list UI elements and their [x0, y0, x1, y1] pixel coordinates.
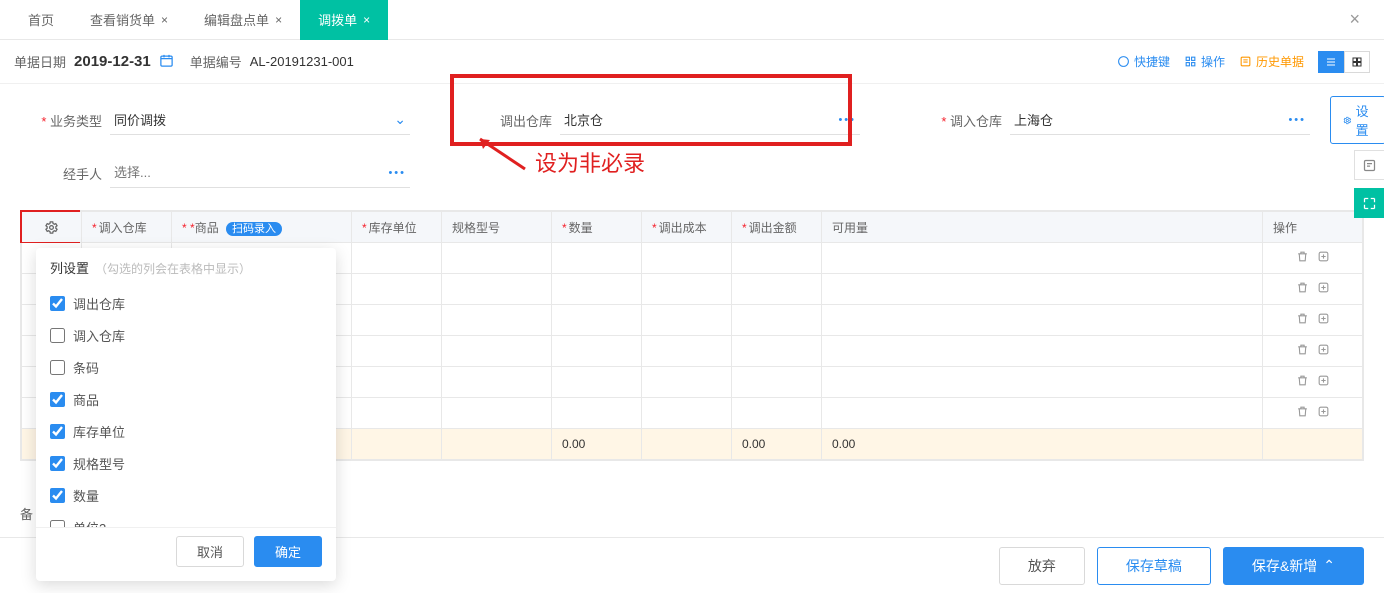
- delete-row-icon[interactable]: [1296, 312, 1309, 328]
- date-label: 单据日期: [14, 52, 66, 71]
- checkbox[interactable]: [50, 488, 65, 503]
- discard-button[interactable]: 放弃: [999, 547, 1085, 585]
- check-item-spec[interactable]: 规格型号: [50, 447, 322, 479]
- th-stock-unit: 库存单位: [352, 212, 442, 243]
- dock-expand-button[interactable]: [1354, 188, 1384, 218]
- close-icon[interactable]: ×: [275, 13, 282, 27]
- th-in-wh: 调入仓库: [82, 212, 172, 243]
- docno-label: 单据编号: [190, 52, 242, 71]
- side-dock: [1354, 150, 1384, 218]
- save-draft-button[interactable]: 保存草稿: [1097, 547, 1211, 585]
- view-list-button[interactable]: [1318, 51, 1344, 73]
- more-icon[interactable]: •••: [388, 167, 406, 179]
- tab-transfer[interactable]: 调拨单×: [300, 0, 388, 40]
- checkbox[interactable]: [50, 392, 65, 407]
- close-icon[interactable]: ×: [363, 13, 370, 27]
- delete-row-icon[interactable]: [1296, 405, 1309, 421]
- save-new-button[interactable]: 保存&新增 ⌃: [1223, 547, 1364, 585]
- handler-select[interactable]: •••: [110, 158, 410, 188]
- out-wh-label: 调出仓库: [470, 111, 560, 130]
- add-row-icon[interactable]: [1317, 343, 1330, 359]
- delete-row-icon[interactable]: [1296, 281, 1309, 297]
- window-close-button[interactable]: ×: [1335, 9, 1374, 30]
- add-row-icon[interactable]: [1317, 374, 1330, 390]
- th-out-cost: 调出成本: [642, 212, 732, 243]
- settings-button[interactable]: 设置: [1330, 96, 1384, 144]
- th-avail: 可用量: [822, 212, 1263, 243]
- in-wh-select[interactable]: 上海仓 •••: [1010, 105, 1310, 135]
- add-row-icon[interactable]: [1317, 405, 1330, 421]
- more-icon[interactable]: •••: [1288, 114, 1306, 126]
- tab-home[interactable]: 首页: [10, 0, 72, 40]
- annotation-arrow-icon: [470, 134, 530, 174]
- checkbox[interactable]: [50, 296, 65, 311]
- field-handler: 经手人 •••: [20, 158, 410, 188]
- in-wh-label: 调入仓库: [920, 111, 1010, 130]
- checkbox[interactable]: [50, 520, 65, 528]
- out-wh-select[interactable]: 北京仓 •••: [560, 105, 860, 135]
- remark-label: 备: [20, 504, 33, 523]
- form-area: 业务类型 同价调拨 ⌄ 调出仓库 北京仓 ••• 调入仓库 上海仓 ••• 设置: [0, 84, 1384, 210]
- biz-type-label: 业务类型: [20, 111, 110, 130]
- checkbox[interactable]: [50, 328, 65, 343]
- checkbox[interactable]: [50, 456, 65, 471]
- checkbox[interactable]: [50, 360, 65, 375]
- check-item-barcode[interactable]: 条码: [50, 351, 322, 383]
- handler-input[interactable]: [114, 165, 388, 180]
- check-item-out-wh[interactable]: 调出仓库: [50, 287, 322, 319]
- calendar-icon[interactable]: [159, 53, 174, 71]
- confirm-button[interactable]: 确定: [254, 536, 322, 567]
- chevron-down-icon: ⌄: [394, 111, 406, 128]
- check-item-unit[interactable]: 库存单位: [50, 415, 322, 447]
- checkbox[interactable]: [50, 424, 65, 439]
- handler-label: 经手人: [20, 164, 110, 183]
- column-settings-button[interactable]: [32, 212, 71, 242]
- view-grid-button[interactable]: [1344, 51, 1370, 73]
- check-item-in-wh[interactable]: 调入仓库: [50, 319, 322, 351]
- scan-tag[interactable]: 扫码录入: [226, 222, 282, 236]
- operate-link[interactable]: 操作: [1184, 53, 1225, 70]
- add-row-icon[interactable]: [1317, 250, 1330, 266]
- tabs-bar: 首页 查看销货单× 编辑盘点单× 调拨单× ×: [0, 0, 1384, 40]
- th-qty: 数量: [552, 212, 642, 243]
- date-value[interactable]: 2019-12-31: [74, 53, 151, 70]
- document-header: 单据日期 2019-12-31 单据编号 AL-20191231-001 快捷键…: [0, 40, 1384, 84]
- chevron-up-icon: ⌃: [1323, 557, 1335, 574]
- delete-row-icon[interactable]: [1296, 250, 1309, 266]
- check-item-unit2[interactable]: 单位2: [50, 511, 322, 527]
- tab-sales-view[interactable]: 查看销货单×: [72, 0, 186, 40]
- view-toggle: [1318, 51, 1370, 73]
- annotation-text: 设为非必录: [535, 146, 645, 178]
- field-in-warehouse: 调入仓库 上海仓 •••: [920, 96, 1310, 144]
- shortcut-link[interactable]: 快捷键: [1117, 53, 1170, 70]
- more-icon[interactable]: •••: [838, 114, 856, 126]
- th-actions: 操作: [1263, 212, 1363, 243]
- tab-inventory-edit[interactable]: 编辑盘点单×: [186, 0, 300, 40]
- biz-type-select[interactable]: 同价调拨 ⌄: [110, 105, 410, 135]
- popover-title: 列设置（勾选的列会在表格中显示）: [36, 248, 336, 287]
- column-settings-popover: 列设置（勾选的列会在表格中显示） 调出仓库 调入仓库 条码 商品 库存单位 规格…: [36, 248, 336, 581]
- delete-row-icon[interactable]: [1296, 343, 1309, 359]
- field-biz-type: 业务类型 同价调拨 ⌄: [20, 96, 410, 144]
- dock-note-button[interactable]: [1354, 150, 1384, 180]
- check-item-qty[interactable]: 数量: [50, 479, 322, 511]
- add-row-icon[interactable]: [1317, 281, 1330, 297]
- th-spec: 规格型号: [442, 212, 552, 243]
- cancel-button[interactable]: 取消: [176, 536, 244, 567]
- add-row-icon[interactable]: [1317, 312, 1330, 328]
- th-product: *商品 扫码录入: [172, 212, 352, 243]
- close-icon[interactable]: ×: [161, 13, 168, 27]
- th-out-amount: 调出金额: [732, 212, 822, 243]
- history-link[interactable]: 历史单据: [1239, 53, 1304, 70]
- check-item-product[interactable]: 商品: [50, 383, 322, 415]
- delete-row-icon[interactable]: [1296, 374, 1309, 390]
- docno-value: AL-20191231-001: [250, 54, 354, 69]
